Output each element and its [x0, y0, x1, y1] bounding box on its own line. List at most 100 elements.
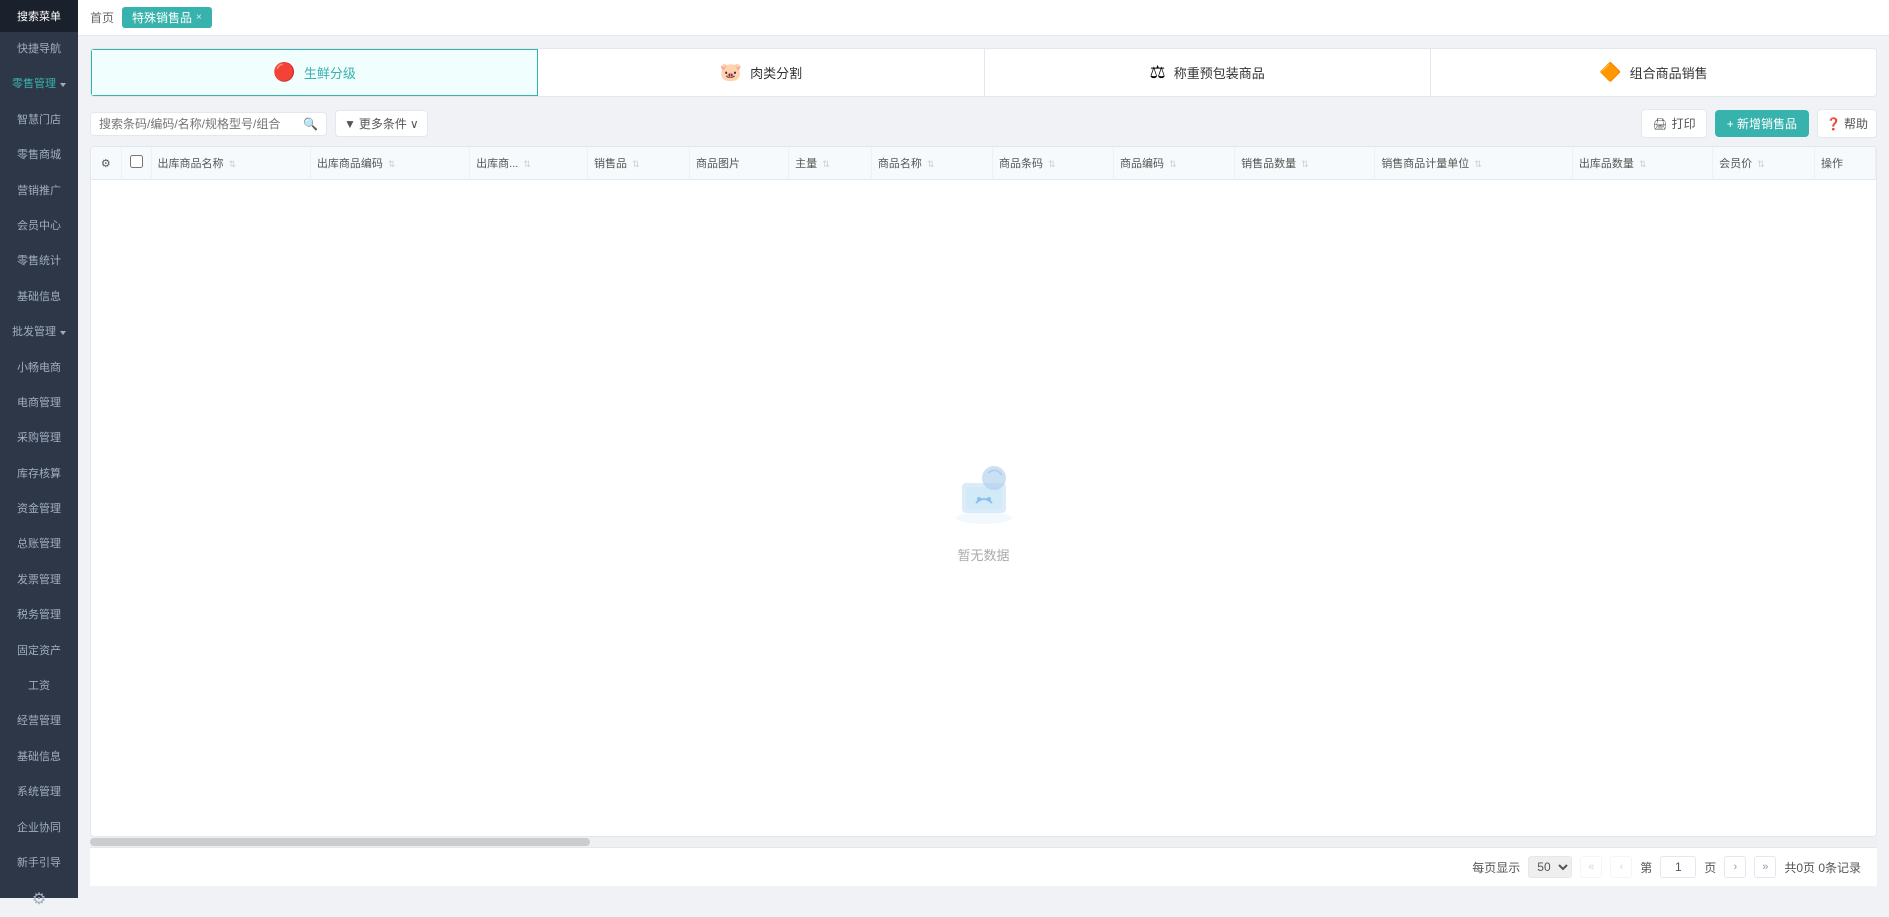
horizontal-scrollbar[interactable]	[90, 837, 1877, 847]
sidebar-item-wholesale-mgmt[interactable]: 批发管理	[0, 315, 78, 350]
scroll-thumb[interactable]	[90, 838, 590, 846]
sidebar-item-mini-ecommerce[interactable]: 小畅电商	[0, 351, 78, 386]
sidebar-item-finance[interactable]: 资金管理	[0, 492, 78, 527]
page-number-input[interactable]	[1660, 856, 1696, 878]
sidebar-item-smart-store[interactable]: 智慧门店	[0, 103, 78, 138]
print-icon: 🖨	[1652, 117, 1667, 131]
sidebar-item-ops-mgmt[interactable]: 经营管理	[0, 704, 78, 739]
th-weight[interactable]: 主量 ⇅	[789, 147, 872, 180]
th-outbound-name[interactable]: 出库商品名称 ⇅	[151, 147, 310, 180]
per-page-select[interactable]: 50	[1528, 856, 1572, 878]
sidebar-settings[interactable]: ⚙	[0, 881, 78, 917]
prev-page-button[interactable]: ‹	[1610, 856, 1632, 878]
th-settings[interactable]: ⚙	[91, 147, 121, 180]
new-product-button[interactable]: + 新增销售品	[1715, 110, 1809, 137]
topbar-active-tab[interactable]: 特殊销售品 ×	[122, 7, 212, 28]
close-tab-icon[interactable]: ×	[196, 12, 202, 23]
total-count-label: 共0页 0条记录	[1784, 859, 1861, 876]
th-outbound-spec[interactable]: 出库商... ⇅	[470, 147, 588, 180]
sort-icon: ⇅	[927, 159, 935, 170]
search-input[interactable]	[99, 117, 299, 131]
weight-prepack-icon: ⚖	[1150, 62, 1166, 83]
combo-sales-icon: 🔶	[1599, 62, 1621, 83]
print-button[interactable]: 🖨 打印	[1641, 109, 1706, 138]
first-page-icon: «	[1588, 861, 1594, 873]
th-product-name[interactable]: 商品名称 ⇅	[871, 147, 992, 180]
sidebar-item-ledger[interactable]: 总账管理	[0, 527, 78, 562]
th-sales-unit[interactable]: 销售商品计量单位 ⇅	[1375, 147, 1573, 180]
sidebar-item-system-mgmt[interactable]: 系统管理	[0, 775, 78, 810]
sort-icon: ⇅	[523, 159, 531, 170]
filter-chevron-icon: ∨	[410, 117, 419, 131]
th-outbound-code[interactable]: 出库商品编码 ⇅	[310, 147, 469, 180]
help-button[interactable]: ❓ 帮助	[1817, 109, 1877, 138]
select-all-checkbox[interactable]	[130, 155, 143, 168]
sidebar-item-quick-nav[interactable]: 快捷导航	[0, 32, 78, 67]
tab-weight-prepack[interactable]: ⚖ 称重预包装商品	[985, 49, 1431, 96]
last-page-button[interactable]: »	[1754, 856, 1776, 878]
print-label: 打印	[1672, 115, 1696, 132]
th-barcode[interactable]: 商品条码 ⇅	[992, 147, 1113, 180]
th-member-price[interactable]: 会员价 ⇅	[1713, 147, 1815, 180]
sort-icon: ⇅	[1639, 159, 1647, 170]
sort-icon: ⇅	[822, 159, 830, 170]
sort-icon: ⇅	[229, 159, 237, 170]
tab-fresh-grading-label: 生鲜分级	[304, 63, 356, 82]
tab-meat-cutting-label: 肉类分割	[750, 63, 802, 82]
empty-state: 暂无数据	[91, 180, 1876, 836]
filter-label: 更多条件	[359, 115, 407, 132]
topbar-home-link[interactable]: 首页	[90, 9, 114, 26]
th-sales-qty[interactable]: 销售品数量 ⇅	[1235, 147, 1375, 180]
first-page-button[interactable]: «	[1580, 856, 1602, 878]
sidebar-item-member-center[interactable]: 会员中心	[0, 209, 78, 244]
sidebar-item-basic-info2[interactable]: 基础信息	[0, 740, 78, 775]
pagination-bar: 每页显示 50 « ‹ 第 页 › » 共0页 0条记录	[90, 847, 1877, 886]
sidebar-item-tax-mgmt[interactable]: 税务管理	[0, 598, 78, 633]
tab-combo-sales[interactable]: 🔶 组合商品销售	[1431, 49, 1876, 96]
next-page-button[interactable]: ›	[1724, 856, 1746, 878]
sidebar-item-retail-mgmt[interactable]: 零售管理	[0, 67, 78, 102]
th-outbound-qty[interactable]: 出库品数量 ⇅	[1572, 147, 1712, 180]
sort-icon: ⇅	[1757, 159, 1765, 170]
th-checkbox[interactable]	[121, 147, 151, 180]
th-sales-product[interactable]: 销售品 ⇅	[588, 147, 690, 180]
sidebar-item-inventory[interactable]: 库存核算	[0, 457, 78, 492]
table-container: ⚙ 出库商品名称 ⇅ 出库商品编码 ⇅ 出库商... ⇅	[90, 146, 1877, 837]
filter-icon: ▼	[344, 117, 356, 131]
page-label: 第	[1640, 859, 1652, 876]
fresh-grading-icon: 🔴	[273, 62, 295, 83]
sidebar-item-basic-info[interactable]: 基础信息	[0, 280, 78, 315]
tab-meat-cutting[interactable]: 🐷 肉类分割	[538, 49, 984, 96]
sort-icon: ⇅	[1048, 159, 1056, 170]
page-area: 🔴 生鲜分级 🐷 肉类分割 ⚖ 称重预包装商品 🔶 组合商品销售 🔍	[78, 36, 1889, 898]
sidebar-item-new-guide[interactable]: 新手引导	[0, 846, 78, 881]
sidebar-item-retail-stats[interactable]: 零售统计	[0, 244, 78, 279]
th-product-image: 商品图片	[689, 147, 788, 180]
empty-state-illustration	[944, 453, 1024, 533]
th-product-sku[interactable]: 商品编码 ⇅	[1114, 147, 1235, 180]
sort-icon: ⇅	[388, 159, 396, 170]
sidebar-item-marketing[interactable]: 营销推广	[0, 174, 78, 209]
table-header-row: ⚙ 出库商品名称 ⇅ 出库商品编码 ⇅ 出库商... ⇅	[91, 147, 1876, 180]
sidebar-item-company-agreement[interactable]: 企业协同	[0, 811, 78, 846]
sort-icon: ⇅	[1301, 159, 1309, 170]
sidebar-logo[interactable]: 搜索菜单	[0, 0, 78, 32]
new-product-label: + 新增销售品	[1727, 115, 1797, 132]
tab-combo-sales-label: 组合商品销售	[1630, 63, 1708, 82]
gear-icon[interactable]: ⚙	[32, 891, 46, 908]
topbar-tab-label: 特殊销售品	[132, 9, 192, 26]
tab-fresh-grading[interactable]: 🔴 生鲜分级	[90, 48, 539, 97]
sidebar-item-ecommerce-mgmt[interactable]: 电商管理	[0, 386, 78, 421]
sort-icon: ⇅	[1474, 159, 1482, 170]
sidebar-item-invoice-mgmt[interactable]: 发票管理	[0, 563, 78, 598]
th-action: 操作	[1815, 147, 1876, 180]
search-input-wrap[interactable]: 🔍	[90, 112, 327, 136]
help-icon: ❓	[1826, 117, 1841, 131]
tab-weight-prepack-label: 称重预包装商品	[1174, 63, 1265, 82]
sidebar-item-purchase-mgmt[interactable]: 采购管理	[0, 421, 78, 456]
sidebar-item-retail-mall[interactable]: 零售商城	[0, 138, 78, 173]
meat-cutting-icon: 🐷	[720, 62, 742, 83]
filter-button[interactable]: ▼ 更多条件 ∨	[335, 110, 428, 137]
sidebar-item-salary[interactable]: 工资	[0, 669, 78, 704]
sidebar-item-fixed-assets[interactable]: 固定资产	[0, 634, 78, 669]
